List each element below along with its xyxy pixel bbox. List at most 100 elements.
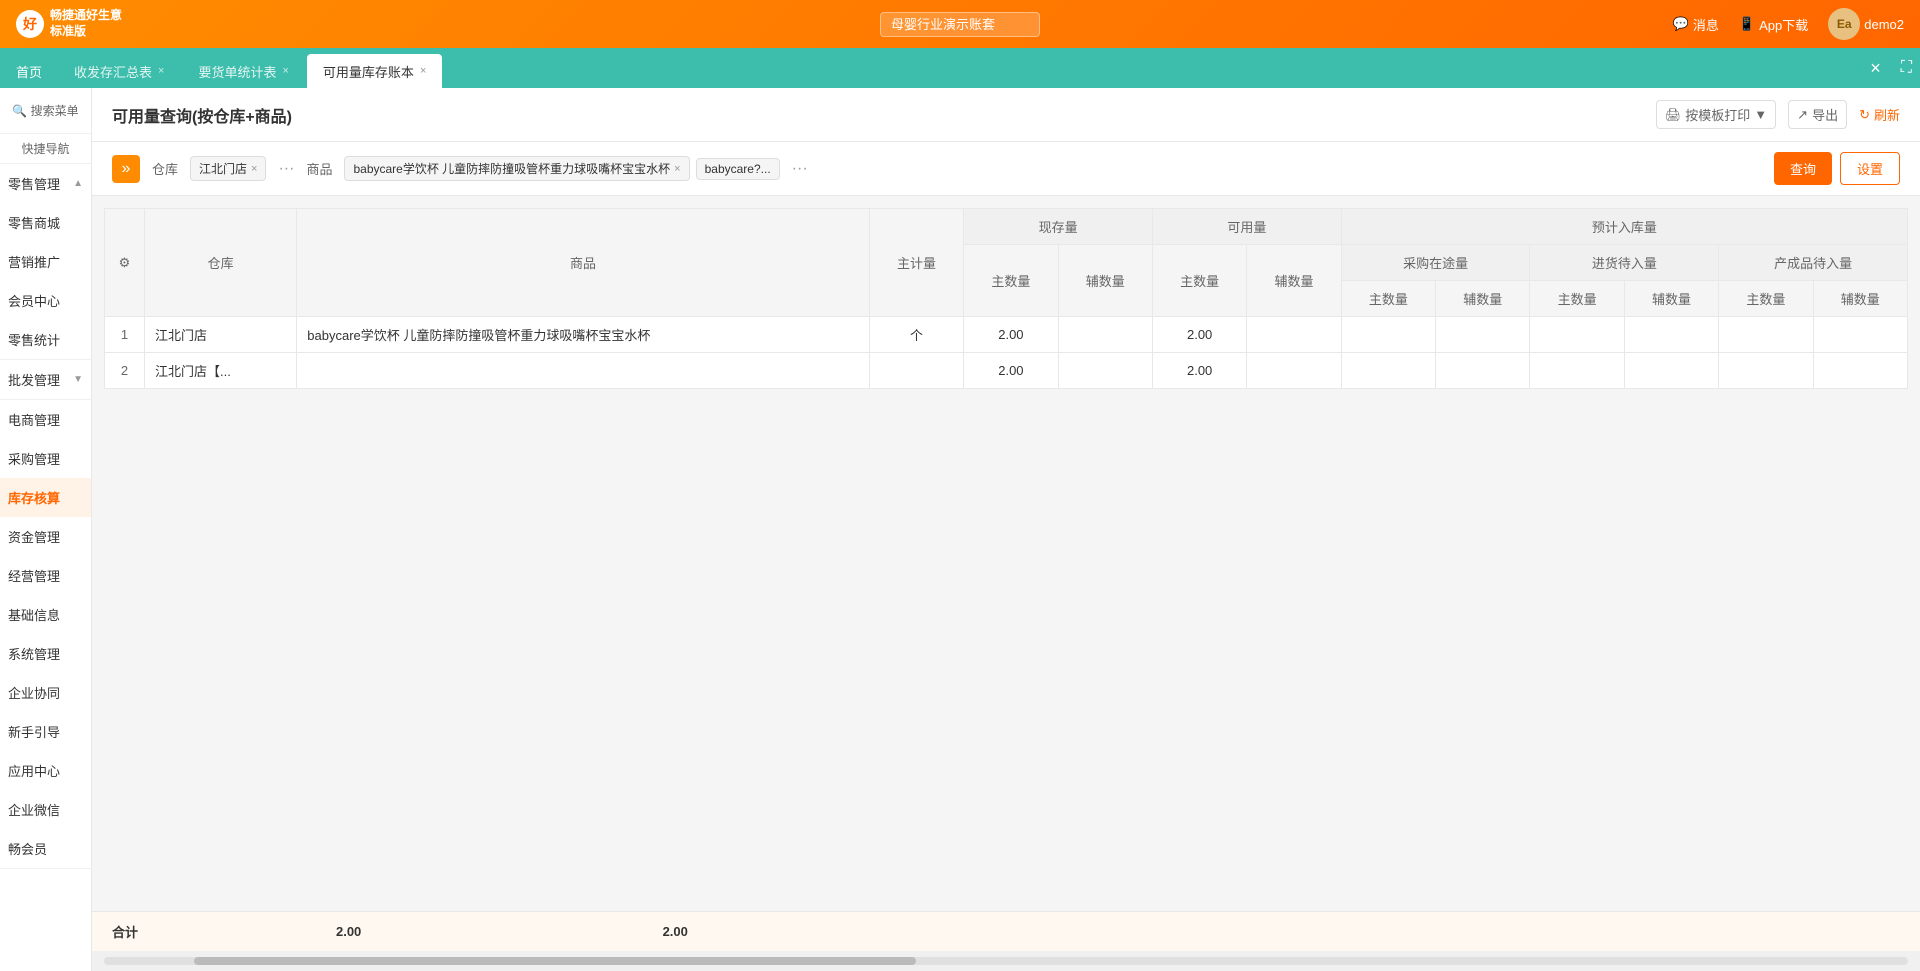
industry-select[interactable]: 母婴行业演示账套 xyxy=(880,12,1040,37)
tab-order-label: 要货单统计表 xyxy=(198,62,276,81)
sidebar-item-enterprise[interactable]: 企业协同 xyxy=(0,673,91,712)
sidebar-item-retail-mgmt[interactable]: 零售管理 ▲ xyxy=(0,164,91,203)
sidebar-item-purchase[interactable]: 采购管理 xyxy=(0,439,91,478)
row-main-unit: 个 xyxy=(869,317,963,353)
tab-available[interactable]: 可用量库存账本 × xyxy=(307,54,442,88)
horizontal-scrollbar xyxy=(92,951,1920,971)
industry-selector-container: 母婴行业演示账套 xyxy=(880,12,1040,37)
product-tag-1[interactable]: babycare学饮杯 儿童防摔防撞吸管杯重力球吸嘴杯宝宝水杯 × xyxy=(344,156,689,181)
sidebar-item-new-guide[interactable]: 新手引导 xyxy=(0,712,91,751)
sidebar-item-marketing[interactable]: 营销推广 xyxy=(0,242,91,281)
row-warehouse: 江北门店 xyxy=(145,317,297,353)
sidebar-item-member-label: 会员中心 xyxy=(8,291,60,310)
incoming-aux-header: 辅数量 xyxy=(1624,281,1718,317)
sidebar-section-others: 电商管理 采购管理 库存核算 资金管理 经营管理 基础信息 系统管理 企业协同 xyxy=(0,400,91,869)
export-btn[interactable]: ↗ 导出 xyxy=(1788,100,1847,129)
row-incoming-main xyxy=(1530,353,1624,389)
gear-icon[interactable]: ⚙ xyxy=(119,255,131,270)
logo: 好 畅捷通好生意 标准版 xyxy=(16,8,122,39)
footer-stock-main: 2.00 xyxy=(309,924,389,939)
sidebar-item-base-info-label: 基础信息 xyxy=(8,605,60,624)
row-production-aux xyxy=(1813,317,1907,353)
sidebar-item-operations[interactable]: 经营管理 xyxy=(0,556,91,595)
sidebar-item-member[interactable]: 会员中心 xyxy=(0,281,91,320)
print-btn[interactable]: 🖨 按模板打印 ▼ xyxy=(1656,100,1776,129)
sidebar-section-wholesale: 批发管理 ▼ xyxy=(0,360,91,400)
tab-receive-close[interactable]: × xyxy=(158,65,164,77)
sidebar-item-wechat[interactable]: 企业微信 xyxy=(0,790,91,829)
row-production-main xyxy=(1719,353,1813,389)
chevron-up-icon: ▲ xyxy=(73,178,83,189)
purchase-transit-header: 采购在途量 xyxy=(1341,245,1530,281)
sidebar-item-membership-label: 畅会员 xyxy=(8,839,47,858)
quick-nav-btn[interactable]: 快捷导航 xyxy=(0,134,91,164)
sidebar-item-ecommerce[interactable]: 电商管理 xyxy=(0,400,91,439)
sidebar-item-retail-mall[interactable]: 零售商城 xyxy=(0,203,91,242)
refresh-btn[interactable]: ↻ 刷新 xyxy=(1859,105,1900,124)
purchase-aux-header: 辅数量 xyxy=(1436,281,1530,317)
row-purchase-main xyxy=(1341,317,1435,353)
setting-btn[interactable]: 设置 xyxy=(1840,152,1900,185)
tab-available-close[interactable]: × xyxy=(420,65,426,77)
sidebar-item-base-info[interactable]: 基础信息 xyxy=(0,595,91,634)
inventory-table: ⚙ 仓库 商品 主计量 现存量 可用量 预计入库量 主数量 辅数量 主数量 辅数… xyxy=(104,208,1908,389)
row-purchase-aux xyxy=(1436,353,1530,389)
settings-col-header: ⚙ xyxy=(105,209,145,317)
sidebar-item-marketing-label: 营销推广 xyxy=(8,252,60,271)
sidebar-item-finance[interactable]: 资金管理 xyxy=(0,517,91,556)
query-btn[interactable]: 查询 xyxy=(1774,152,1832,185)
stock-aux-qty-header: 辅数量 xyxy=(1058,245,1152,317)
footer-total-label: 合计 xyxy=(112,922,267,941)
main-unit-col-header: 主计量 xyxy=(869,209,963,317)
sidebar-item-inventory[interactable]: 库存核算 xyxy=(0,478,91,517)
row-production-aux xyxy=(1813,353,1907,389)
footer-production-main xyxy=(1615,924,1695,939)
sidebar-item-retail-stats-label: 零售统计 xyxy=(8,330,60,349)
row-main-unit xyxy=(869,353,963,389)
table-row: 2 江北门店【... 2.00 2.00 xyxy=(105,353,1908,389)
sidebar: 🔍 搜索菜单 快捷导航 零售管理 ▲ 零售商城 营销推广 会员中心 零售统计 批 xyxy=(0,88,92,971)
tab-order[interactable]: 要货单统计表 × xyxy=(182,54,304,88)
footer-stock-aux xyxy=(472,924,552,939)
warehouse-tag-close[interactable]: × xyxy=(251,163,257,175)
logo-text: 畅捷通好生意 标准版 xyxy=(50,8,122,39)
search-menu-btn[interactable]: 🔍 搜索菜单 xyxy=(8,96,83,125)
sidebar-item-app-center-label: 应用中心 xyxy=(8,761,60,780)
printer-icon: 🖨 xyxy=(1665,107,1682,123)
product-more-btn[interactable]: ··· xyxy=(792,160,808,178)
filter-actions: 查询 设置 xyxy=(1774,152,1900,185)
tab-home[interactable]: 首页 xyxy=(0,54,58,88)
scroll-thumb[interactable] xyxy=(194,957,916,965)
close-all-tabs[interactable]: × xyxy=(1862,58,1889,79)
warehouse-more-btn[interactable]: ··· xyxy=(278,160,294,178)
filter-expand-btn[interactable]: » xyxy=(112,155,140,183)
row-avail-aux xyxy=(1247,317,1341,353)
chevron-down-icon: ▼ xyxy=(73,374,83,385)
scroll-track[interactable] xyxy=(104,957,1908,965)
tab-receive[interactable]: 收发存汇总表 × xyxy=(58,54,180,88)
row-avail-main: 2.00 xyxy=(1152,317,1246,353)
refresh-icon: ↻ xyxy=(1859,107,1870,123)
product-tag-1-close[interactable]: × xyxy=(674,163,680,175)
export-icon: ↗ xyxy=(1797,107,1808,123)
app-download-btn[interactable]: 📱 App下载 xyxy=(1739,15,1808,34)
logo-icon: 好 xyxy=(16,10,44,38)
sidebar-item-retail-stats[interactable]: 零售统计 xyxy=(0,320,91,359)
sidebar-item-wholesale[interactable]: 批发管理 ▼ xyxy=(0,360,91,399)
tab-order-close[interactable]: × xyxy=(282,65,288,77)
table-row: 1 江北门店 babycare学饮杯 儿童防摔防撞吸管杯重力球吸嘴杯宝宝水杯 个… xyxy=(105,317,1908,353)
warehouse-tag[interactable]: 江北门店 × xyxy=(190,156,266,181)
sidebar-section-retail: 零售管理 ▲ 零售商城 营销推广 会员中心 零售统计 xyxy=(0,164,91,360)
sidebar-item-membership[interactable]: 畅会员 xyxy=(0,829,91,868)
expand-tabs[interactable]: ⛶ xyxy=(1893,59,1920,77)
tab-available-label: 可用量库存账本 xyxy=(323,62,414,81)
user-profile[interactable]: Ea demo2 xyxy=(1828,8,1904,40)
production-header: 产成品待入量 xyxy=(1719,245,1908,281)
product-tag-2[interactable]: babycare?... xyxy=(696,158,780,180)
sidebar-item-app-center[interactable]: 应用中心 xyxy=(0,751,91,790)
sidebar-item-operations-label: 经营管理 xyxy=(8,566,60,585)
sidebar-item-system[interactable]: 系统管理 xyxy=(0,634,91,673)
row-stock-main: 2.00 xyxy=(964,317,1058,353)
message-btn[interactable]: 💬 消息 xyxy=(1673,15,1719,34)
purchase-main-header: 主数量 xyxy=(1341,281,1435,317)
